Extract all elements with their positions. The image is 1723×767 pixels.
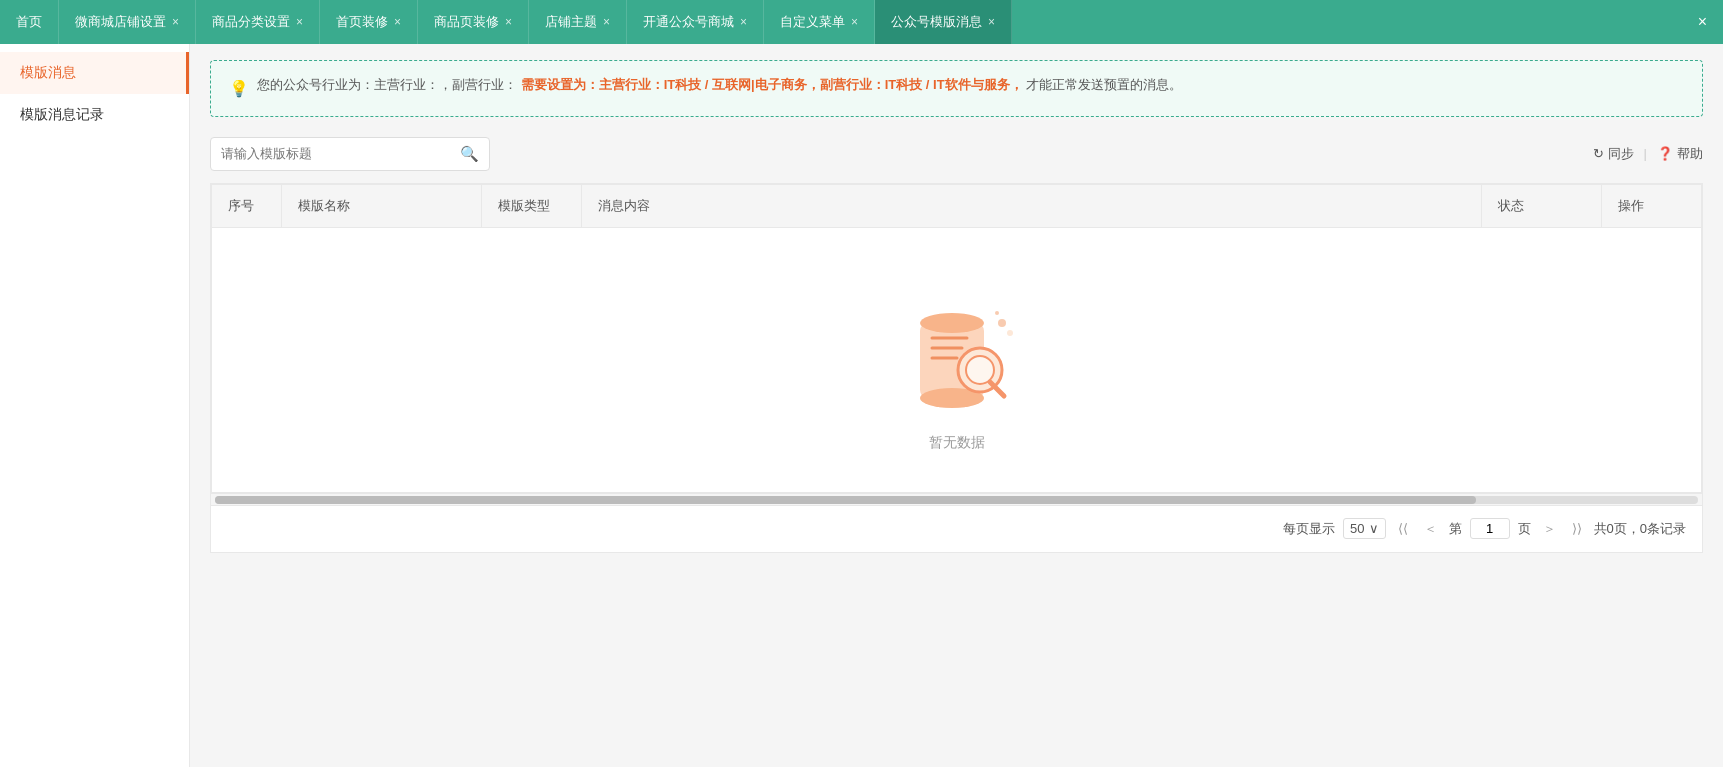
nav-close-product-page[interactable]: × (505, 15, 512, 29)
pagination: 每页显示 50 ∨ ⟨⟨ ＜ 第 页 ＞ ⟩⟩ 共0页，0条记录 (210, 506, 1703, 553)
col-header-status: 状态 (1482, 184, 1602, 227)
col-header-content: 消息内容 (582, 184, 1482, 227)
sync-button[interactable]: ↻ 同步 (1593, 145, 1634, 163)
scroll-thumb[interactable] (215, 496, 1476, 504)
help-button[interactable]: ❓ 帮助 (1657, 145, 1703, 163)
nav-item-shop-settings[interactable]: 微商城店铺设置 × (59, 0, 196, 44)
sidebar: 模版消息 模版消息记录 (0, 44, 190, 767)
nav-close-template-msg[interactable]: × (988, 15, 995, 29)
svg-point-10 (998, 319, 1006, 327)
empty-illustration (892, 288, 1022, 418)
empty-state-row: 暂无数据 (212, 227, 1702, 492)
sidebar-label-template-msg-record: 模版消息记录 (20, 106, 104, 122)
help-label: 帮助 (1677, 145, 1703, 163)
nav-item-home[interactable]: 首页 (0, 0, 59, 44)
nav-close-all-button[interactable]: × (1698, 13, 1707, 31)
svg-point-2 (920, 313, 984, 333)
info-banner-highlight: 需要设置为：主营行业：IT科技 / 互联网|电子商务，副营行业：IT科技 / I… (521, 77, 1023, 92)
nav-label-custom-menu: 自定义菜单 (780, 13, 845, 31)
nav-label-theme: 店铺主题 (545, 13, 597, 31)
last-page-button[interactable]: ⟩⟩ (1568, 519, 1586, 538)
col-header-type: 模版类型 (482, 184, 582, 227)
scroll-track[interactable] (215, 496, 1698, 504)
empty-state: 暂无数据 (212, 228, 1701, 492)
nav-label-template-msg: 公众号模版消息 (891, 13, 982, 31)
page-label-pre: 第 (1449, 520, 1462, 538)
page-size-label: 每页显示 (1283, 520, 1335, 538)
sidebar-label-template-msg: 模版消息 (20, 64, 76, 80)
sidebar-item-template-msg-record[interactable]: 模版消息记录 (0, 94, 189, 136)
sidebar-item-template-msg[interactable]: 模版消息 (0, 52, 189, 94)
nav-item-open-mall[interactable]: 开通公众号商城 × (627, 0, 764, 44)
empty-text: 暂无数据 (929, 434, 985, 452)
nav-close-theme[interactable]: × (603, 15, 610, 29)
nav-item-custom-menu[interactable]: 自定义菜单 × (764, 0, 875, 44)
nav-label-product-page: 商品页装修 (434, 13, 499, 31)
nav-label-open-mall: 开通公众号商城 (643, 13, 734, 31)
table-container: 序号 模版名称 模版类型 消息内容 状态 (210, 183, 1703, 506)
nav-label-shop-settings: 微商城店铺设置 (75, 13, 166, 31)
search-bar: 🔍 ↻ 同步 | ❓ 帮助 (210, 137, 1703, 171)
nav-item-theme[interactable]: 店铺主题 × (529, 0, 627, 44)
info-banner-prefix: 您的公众号行业为：主营行业：，副营行业： (257, 77, 517, 92)
nav-close-homepage[interactable]: × (394, 15, 401, 29)
nav-label-home: 首页 (16, 13, 42, 31)
first-page-button[interactable]: ⟨⟨ (1394, 519, 1412, 538)
nav-item-template-msg[interactable]: 公众号模版消息 × (875, 0, 1012, 44)
next-page-button[interactable]: ＞ (1539, 518, 1560, 540)
page-number-input[interactable] (1470, 518, 1510, 539)
total-records-label: 共0页，0条记录 (1594, 520, 1686, 538)
col-header-index: 序号 (212, 184, 282, 227)
top-nav: 首页 微商城店铺设置 × 商品分类设置 × 首页装修 × 商品页装修 × 店铺主… (0, 0, 1723, 44)
nav-close-category[interactable]: × (296, 15, 303, 29)
chevron-down-icon: ∨ (1369, 521, 1379, 536)
nav-label-category: 商品分类设置 (212, 13, 290, 31)
nav-close-open-mall[interactable]: × (740, 15, 747, 29)
svg-point-11 (1007, 330, 1013, 336)
help-icon: ❓ (1657, 146, 1673, 161)
page-size-select[interactable]: 50 ∨ (1343, 518, 1385, 539)
svg-point-12 (995, 311, 999, 315)
nav-item-product-page[interactable]: 商品页装修 × (418, 0, 529, 44)
search-icon[interactable]: 🔍 (460, 145, 479, 163)
page-size-value: 50 (1350, 521, 1364, 536)
nav-close-shop-settings[interactable]: × (172, 15, 179, 29)
lightbulb-icon: 💡 (229, 76, 249, 102)
toolbar-divider: | (1644, 146, 1647, 161)
search-input-wrap[interactable]: 🔍 (210, 137, 490, 171)
search-input[interactable] (221, 146, 460, 161)
info-banner-suffix: 才能正常发送预置的消息。 (1026, 77, 1182, 92)
nav-close-custom-menu[interactable]: × (851, 15, 858, 29)
toolbar-right: ↻ 同步 | ❓ 帮助 (1593, 145, 1703, 163)
sync-label: 同步 (1608, 145, 1634, 163)
page-label-post: 页 (1518, 520, 1531, 538)
nav-label-homepage: 首页装修 (336, 13, 388, 31)
col-header-name: 模版名称 (282, 184, 482, 227)
col-header-action: 操作 (1602, 184, 1702, 227)
nav-item-homepage[interactable]: 首页装修 × (320, 0, 418, 44)
content-area: 💡 您的公众号行业为：主营行业：，副营行业： 需要设置为：主营行业：IT科技 /… (190, 44, 1723, 767)
data-table: 序号 模版名称 模版类型 消息内容 状态 (211, 184, 1702, 493)
sync-icon: ↻ (1593, 146, 1604, 161)
main-layout: 模版消息 模版消息记录 💡 您的公众号行业为：主营行业：，副营行业： 需要设置为… (0, 44, 1723, 767)
nav-item-category[interactable]: 商品分类设置 × (196, 0, 320, 44)
table-header-row: 序号 模版名称 模版类型 消息内容 状态 (212, 184, 1702, 227)
prev-page-button[interactable]: ＜ (1420, 518, 1441, 540)
info-banner: 💡 您的公众号行业为：主营行业：，副营行业： 需要设置为：主营行业：IT科技 /… (210, 60, 1703, 117)
horizontal-scrollbar[interactable] (211, 493, 1702, 505)
